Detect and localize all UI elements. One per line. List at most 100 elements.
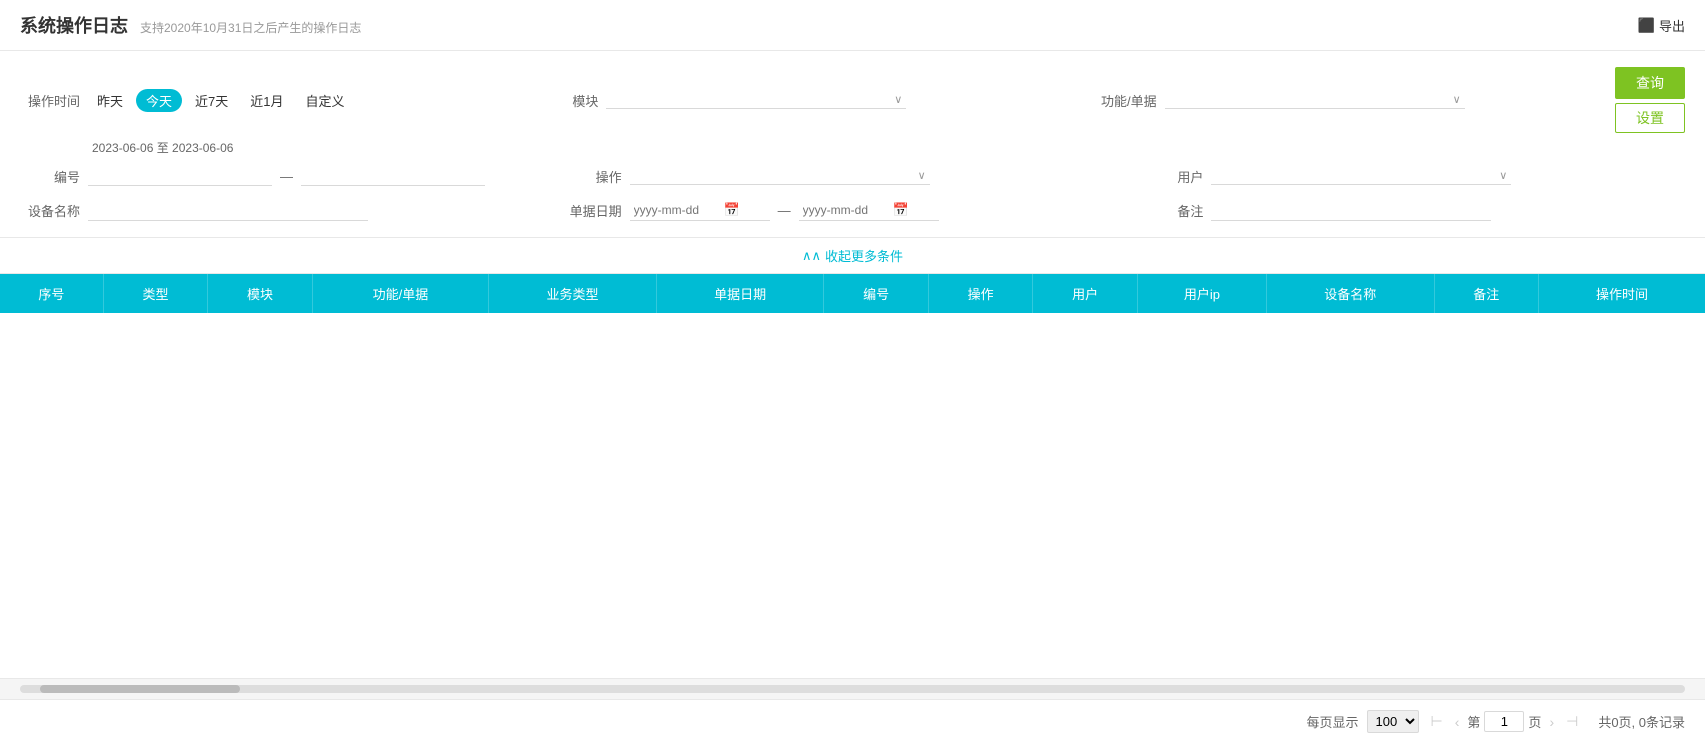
user-filter-col: 用户 ∨	[1143, 167, 1685, 186]
function-filter-col: 功能/单据 ∨	[1097, 91, 1615, 110]
date-to-wrap: 📅	[799, 200, 939, 221]
date-to-input[interactable]	[803, 203, 893, 217]
table-header-row: 序号 类型 模块 功能/单据 业务类型 单据日期 编号 操作 用户 用户ip 设…	[0, 274, 1705, 313]
time-label: 操作时间	[20, 91, 80, 110]
pagination-nav: ⊢ ‹ 第 1 页 › ⊣	[1427, 711, 1583, 732]
page-subtitle: 支持2020年10月31日之后产生的操作日志	[140, 19, 361, 36]
col-type: 类型	[103, 274, 207, 313]
first-page-button[interactable]: ⊢	[1427, 711, 1447, 732]
operation-label: 操作	[562, 167, 622, 186]
action-buttons: 查询 设置	[1615, 67, 1685, 133]
remark-label: 备注	[1143, 201, 1203, 220]
module-filter-col: 模块 ∨	[538, 91, 1056, 110]
page-header: 系统操作日志 支持2020年10月31日之后产生的操作日志 ⬛ 导出	[0, 0, 1705, 51]
time-filter-section: 操作时间 昨天 今天 近7天 近1月 自定义	[20, 88, 538, 113]
col-device: 设备名称	[1266, 274, 1434, 313]
col-biz-type: 业务类型	[489, 274, 657, 313]
col-remark: 备注	[1434, 274, 1538, 313]
remark-input[interactable]	[1211, 201, 1491, 221]
export-button[interactable]: ⬛ 导出	[1638, 16, 1685, 35]
setting-button[interactable]: 设置	[1615, 103, 1685, 133]
date-from-wrap: 📅	[630, 200, 770, 221]
time-btn-custom[interactable]: 自定义	[297, 88, 354, 113]
filter-row-2: 编号 — 操作 ∨ 用户	[20, 166, 1685, 186]
pagination-bar: 每页显示 100 50 200 ⊢ ‹ 第 1 页 › ⊣ 共0页, 0条记录	[0, 699, 1705, 743]
code-dash: —	[280, 169, 293, 184]
user-arrow-icon: ∨	[1499, 169, 1507, 182]
header-left: 系统操作日志 支持2020年10月31日之后产生的操作日志	[20, 12, 361, 38]
last-page-button[interactable]: ⊣	[1562, 711, 1582, 732]
function-dropdown[interactable]: ∨	[1165, 91, 1465, 109]
table-container: 序号 类型 模块 功能/单据 业务类型 单据日期 编号 操作 用户 用户ip 设…	[0, 274, 1705, 678]
page-title: 系统操作日志	[20, 12, 128, 38]
page-unit-label: 页	[1528, 712, 1541, 731]
col-operation: 操作	[928, 274, 1032, 313]
page-prefix-label: 第	[1467, 712, 1480, 731]
date-range-text: 2023-06-06 至 2023-06-06	[92, 141, 233, 155]
calendar-to-icon[interactable]: 📅	[893, 202, 909, 218]
remark-filter-col: 备注	[1143, 201, 1685, 221]
per-page-label: 每页显示	[1307, 712, 1359, 731]
col-code: 编号	[824, 274, 928, 313]
time-buttons-group: 昨天 今天 近7天 近1月 自定义	[88, 88, 354, 113]
col-voucher-date: 单据日期	[656, 274, 824, 313]
col-function: 功能/单据	[312, 274, 488, 313]
code-label: 编号	[20, 167, 80, 186]
collapse-label: 收起更多条件	[825, 246, 903, 265]
module-label: 模块	[538, 91, 598, 110]
row-section-1: 操作时间 昨天 今天 近7天 近1月 自定义 模块 ∨	[20, 67, 1685, 133]
data-table: 序号 类型 模块 功能/单据 业务类型 单据日期 编号 操作 用户 用户ip 设…	[0, 274, 1705, 313]
module-arrow-icon: ∨	[894, 93, 902, 106]
page-container: 系统操作日志 支持2020年10月31日之后产生的操作日志 ⬛ 导出 操作时间 …	[0, 0, 1705, 743]
operation-dropdown[interactable]: ∨	[630, 167, 930, 185]
date-dash: —	[778, 203, 791, 218]
device-label: 设备名称	[20, 201, 80, 220]
page-number-input[interactable]: 1	[1484, 711, 1524, 732]
code-filter-section: 编号 —	[20, 166, 562, 186]
filter-row-1: 操作时间 昨天 今天 近7天 近1月 自定义 模块 ∨	[20, 67, 1685, 133]
time-btn-1month[interactable]: 近1月	[241, 88, 292, 113]
device-filter-section: 设备名称	[20, 201, 562, 221]
code-end-input[interactable]	[301, 166, 485, 186]
voucher-date-label: 单据日期	[562, 201, 622, 220]
export-icon: ⬛	[1638, 17, 1655, 34]
calendar-from-icon[interactable]: 📅	[724, 202, 740, 218]
query-button[interactable]: 查询	[1615, 67, 1685, 99]
device-input[interactable]	[88, 201, 368, 221]
time-btn-today[interactable]: 今天	[136, 89, 182, 112]
scrollbar-track[interactable]	[20, 685, 1685, 693]
collapse-up-icon: ∧∧	[802, 248, 821, 264]
prev-page-button[interactable]: ‹	[1451, 712, 1464, 732]
row-section-2: 编号 — 操作 ∨ 用户	[20, 166, 1685, 186]
date-from-input[interactable]	[634, 203, 724, 217]
function-arrow-icon: ∨	[1453, 93, 1461, 106]
operation-filter-col: 操作 ∨	[562, 167, 1104, 186]
col-module: 模块	[208, 274, 312, 313]
module-dropdown[interactable]: ∨	[606, 91, 906, 109]
collapse-button[interactable]: ∧∧ 收起更多条件	[802, 246, 903, 265]
col-user: 用户	[1033, 274, 1137, 313]
col-seq: 序号	[0, 274, 103, 313]
scrollbar-thumb[interactable]	[40, 685, 240, 693]
filter-row-3: 设备名称 单据日期 📅 — 📅	[20, 200, 1685, 221]
operation-arrow-icon: ∨	[918, 169, 926, 182]
code-start-input[interactable]	[88, 166, 272, 186]
scrollbar-area	[0, 678, 1705, 699]
voucher-date-filter-col: 单据日期 📅 — 📅	[562, 200, 1104, 221]
page-total-label: 共0页, 0条记录	[1598, 712, 1685, 731]
table-header: 序号 类型 模块 功能/单据 业务类型 单据日期 编号 操作 用户 用户ip 设…	[0, 274, 1705, 313]
col-op-time: 操作时间	[1539, 274, 1705, 313]
row-section-3: 设备名称 单据日期 📅 — 📅	[20, 200, 1685, 221]
empty-area	[0, 313, 1705, 633]
filter-area: 操作时间 昨天 今天 近7天 近1月 自定义 模块 ∨	[0, 51, 1705, 238]
user-dropdown[interactable]: ∨	[1211, 167, 1511, 185]
next-page-button[interactable]: ›	[1545, 712, 1558, 732]
user-label: 用户	[1143, 167, 1203, 186]
col-user-ip: 用户ip	[1137, 274, 1266, 313]
collapse-bar[interactable]: ∧∧ 收起更多条件	[0, 238, 1705, 274]
time-btn-yesterday[interactable]: 昨天	[88, 88, 132, 113]
page-size-select[interactable]: 100 50 200	[1367, 710, 1419, 733]
function-label: 功能/单据	[1097, 91, 1157, 110]
time-btn-7days[interactable]: 近7天	[186, 88, 237, 113]
export-label: 导出	[1659, 16, 1685, 35]
